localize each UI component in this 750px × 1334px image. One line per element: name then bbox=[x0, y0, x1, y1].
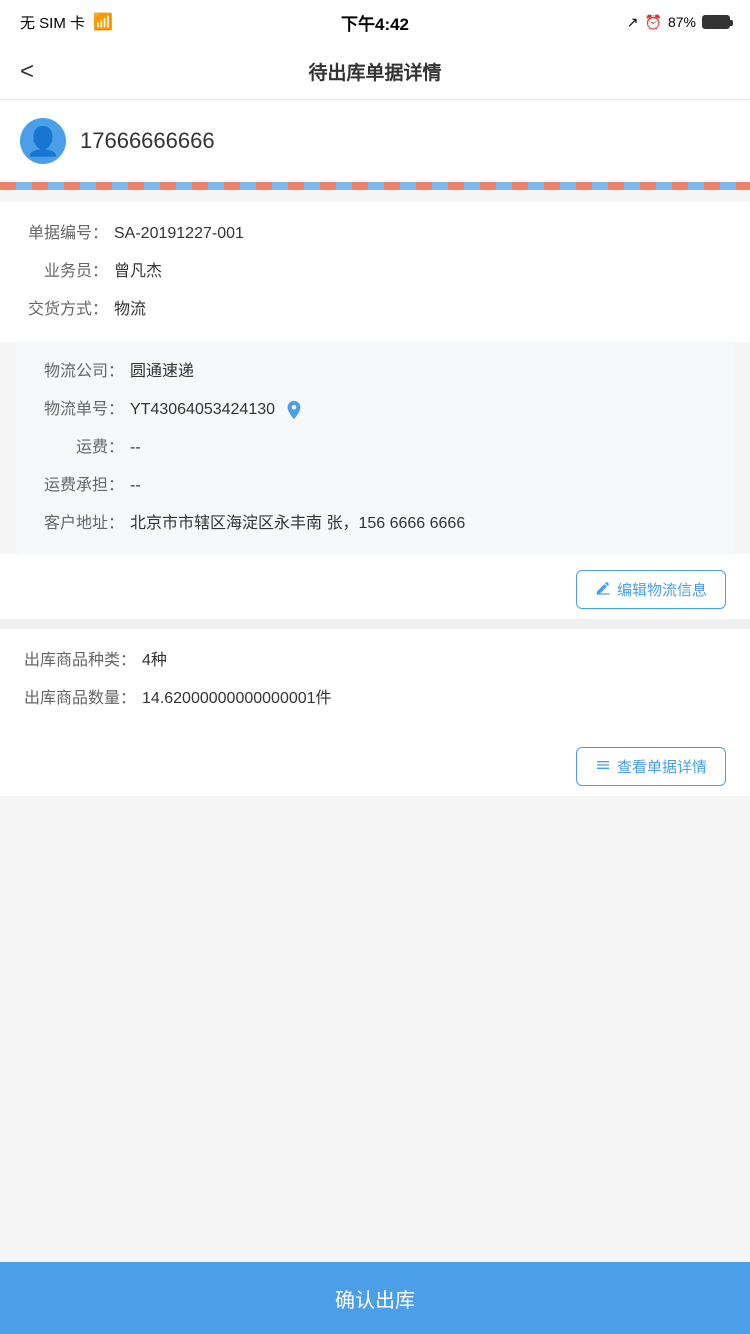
avatar: 👤 bbox=[20, 118, 66, 164]
dashed-divider bbox=[0, 182, 750, 190]
quantity-label: 出库商品数量： bbox=[24, 687, 142, 711]
order-no-value: SA-20191227-001 bbox=[114, 222, 726, 246]
user-icon: 👤 bbox=[26, 125, 61, 158]
edit-logistics-label: 编辑物流信息 bbox=[617, 579, 707, 600]
order-info-section: 单据编号： SA-20191227-001 业务员： 曾凡杰 交货方式： 物流 bbox=[0, 202, 750, 342]
edit-logistics-button[interactable]: 编辑物流信息 bbox=[576, 570, 726, 609]
sku-count-row: 出库商品种类： 4种 bbox=[24, 649, 726, 673]
wifi-icon: 📶 bbox=[93, 12, 113, 32]
status-right: ↗ ⏰ 87% bbox=[627, 14, 730, 31]
tracking-no-value: YT43064053424130 bbox=[130, 398, 710, 422]
logistics-company-row: 物流公司： 圆通速递 bbox=[40, 360, 710, 384]
logistics-company-label: 物流公司： bbox=[40, 360, 130, 384]
logistics-company-value: 圆通速递 bbox=[130, 360, 710, 384]
freight-label: 运费： bbox=[40, 436, 130, 460]
map-pin-icon bbox=[283, 399, 305, 421]
salesman-label: 业务员： bbox=[24, 260, 114, 284]
delivery-method-label: 交货方式： bbox=[24, 298, 114, 322]
freight-row: 运费： -- bbox=[40, 436, 710, 460]
back-button[interactable]: < bbox=[12, 50, 42, 94]
edit-icon bbox=[595, 580, 611, 600]
alarm-icon: ⏰ bbox=[645, 14, 662, 31]
confirm-button[interactable]: 确认出库 bbox=[0, 1262, 750, 1334]
carrier-text: 无 SIM 卡 bbox=[20, 12, 85, 33]
sku-count-value: 4种 bbox=[142, 649, 726, 673]
logistics-card: 物流公司： 圆通速递 物流单号： YT43064053424130 运费： --… bbox=[16, 342, 734, 554]
tracking-no-label: 物流单号： bbox=[40, 398, 130, 422]
spacer bbox=[0, 796, 750, 996]
nav-bar: < 待出库单据详情 bbox=[0, 44, 750, 100]
order-no-row: 单据编号： SA-20191227-001 bbox=[24, 222, 726, 246]
battery-percent: 87% bbox=[668, 14, 696, 30]
customer-phone: 17666666666 bbox=[80, 128, 215, 154]
view-detail-section: 查看单据详情 bbox=[0, 731, 750, 796]
location-status-icon: ↗ bbox=[627, 14, 639, 31]
view-detail-button[interactable]: 查看单据详情 bbox=[576, 747, 726, 786]
freight-bearer-value: -- bbox=[130, 474, 710, 498]
address-value: 北京市市辖区海淀区永丰南 张，156 6666 6666 bbox=[130, 512, 710, 536]
status-time: 下午4:42 bbox=[341, 10, 409, 35]
tracking-no-row: 物流单号： YT43064053424130 bbox=[40, 398, 710, 422]
view-detail-label: 查看单据详情 bbox=[617, 756, 707, 777]
gray-separator bbox=[0, 619, 750, 629]
address-label: 客户地址： bbox=[40, 512, 130, 536]
status-left: 无 SIM 卡 📶 bbox=[20, 12, 113, 33]
salesman-value: 曾凡杰 bbox=[114, 260, 726, 284]
quantity-value: 14.62000000000000001件 bbox=[142, 687, 726, 711]
freight-value: -- bbox=[130, 436, 710, 460]
quantity-row: 出库商品数量： 14.62000000000000001件 bbox=[24, 687, 726, 711]
freight-bearer-label: 运费承担： bbox=[40, 474, 130, 498]
status-bar: 无 SIM 卡 📶 下午4:42 ↗ ⏰ 87% bbox=[0, 0, 750, 44]
outbound-section: 出库商品种类： 4种 出库商品数量： 14.62000000000000001件 bbox=[0, 629, 750, 731]
delivery-method-value: 物流 bbox=[114, 298, 726, 322]
order-no-label: 单据编号： bbox=[24, 222, 114, 246]
customer-header: 👤 17666666666 bbox=[0, 100, 750, 182]
sku-count-label: 出库商品种类： bbox=[24, 649, 142, 673]
confirm-button-label: 确认出库 bbox=[335, 1284, 415, 1313]
battery-icon bbox=[702, 15, 730, 29]
detail-icon bbox=[595, 757, 611, 777]
delivery-method-row: 交货方式： 物流 bbox=[24, 298, 726, 322]
edit-logistics-section: 编辑物流信息 bbox=[0, 554, 750, 619]
page-title: 待出库单据详情 bbox=[308, 58, 441, 85]
freight-bearer-row: 运费承担： -- bbox=[40, 474, 710, 498]
address-row: 客户地址： 北京市市辖区海淀区永丰南 张，156 6666 6666 bbox=[40, 512, 710, 536]
salesman-row: 业务员： 曾凡杰 bbox=[24, 260, 726, 284]
